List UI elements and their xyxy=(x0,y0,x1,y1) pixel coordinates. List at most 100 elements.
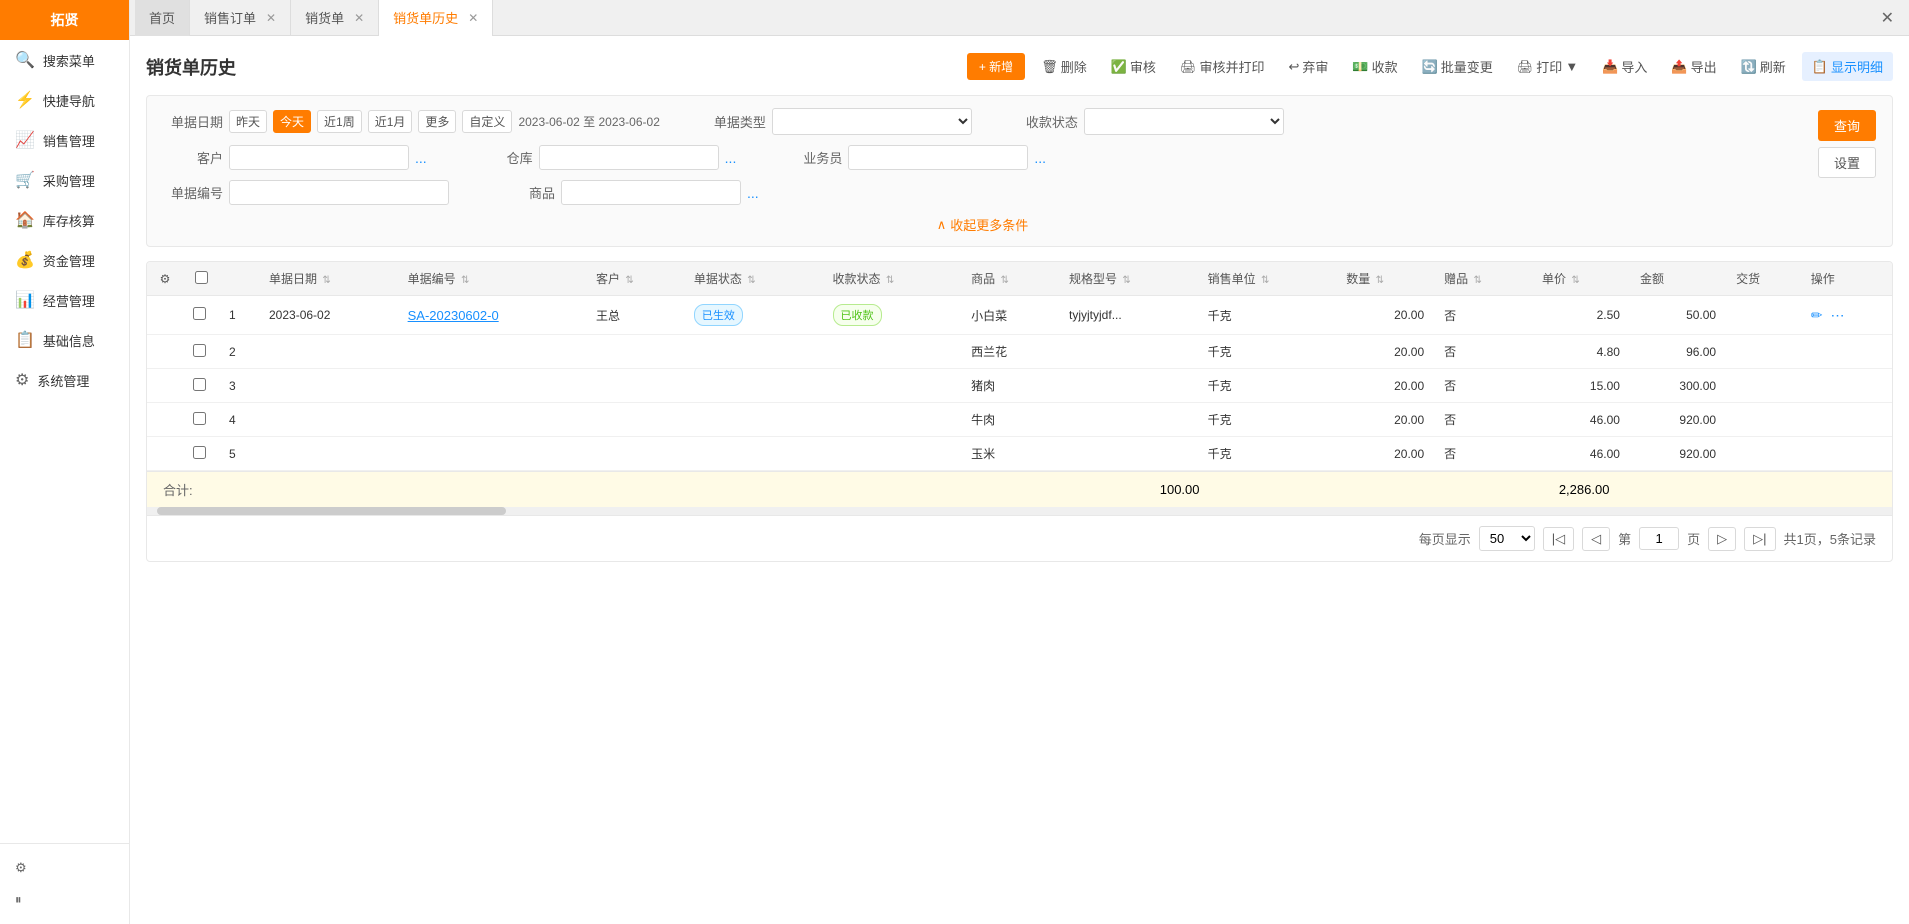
delete-button[interactable]: 🗑 删除 xyxy=(1033,53,1095,80)
sidebar-item-system-mgmt[interactable]: ⚙ 系统管理 xyxy=(0,360,129,400)
horizontal-scrollbar[interactable] xyxy=(147,507,1892,515)
td-unit-price: 46.00 xyxy=(1532,403,1630,437)
td-qty: 20.00 xyxy=(1336,437,1434,471)
th-sales-unit[interactable]: 销售单位 ⇅ xyxy=(1198,262,1337,296)
td-check[interactable] xyxy=(183,296,219,335)
goods-ellipsis-btn[interactable]: ... xyxy=(747,185,759,201)
sidebar-pause-btn[interactable]: ⏸ xyxy=(0,884,129,916)
th-doc-status[interactable]: 单据状态 ⇅ xyxy=(684,262,823,296)
date-btn-custom[interactable]: 自定义 xyxy=(462,110,512,133)
th-spec[interactable]: 规格型号 ⇅ xyxy=(1059,262,1198,296)
date-btn-last7[interactable]: 近1周 xyxy=(317,110,362,133)
date-btn-yesterday[interactable]: 昨天 xyxy=(229,110,267,133)
new-button[interactable]: + 新增 xyxy=(967,53,1025,80)
collect-button[interactable]: 💵 收款 xyxy=(1344,53,1405,80)
customer-input[interactable] xyxy=(229,145,409,170)
td-gift: 否 xyxy=(1434,437,1532,471)
select-all-checkbox[interactable] xyxy=(195,271,208,284)
td-check[interactable] xyxy=(183,403,219,437)
th-collect-status[interactable]: 收款状态 ⇅ xyxy=(823,262,962,296)
th-gift[interactable]: 赠品 ⇅ xyxy=(1434,262,1532,296)
customer-ellipsis-btn[interactable]: ... xyxy=(415,150,427,166)
th-qty[interactable]: 数量 ⇅ xyxy=(1336,262,1434,296)
window-close-btn[interactable]: ✕ xyxy=(1871,8,1904,28)
business-ellipsis-btn[interactable]: ... xyxy=(1034,150,1046,166)
collect-status-select[interactable] xyxy=(1084,108,1284,135)
filter-collapse[interactable]: ∧ 收起更多条件 xyxy=(163,215,1802,234)
th-settings[interactable]: ⚙ xyxy=(147,262,183,296)
audit-print-button[interactable]: 🖨 审核并打印 xyxy=(1172,53,1273,80)
sidebar-item-purchase-mgmt[interactable]: 🛒 采购管理 xyxy=(0,160,129,200)
discard-button[interactable]: ↩ 弃审 xyxy=(1280,53,1336,80)
td-check[interactable] xyxy=(183,437,219,471)
tab-sales-order[interactable]: 销售订单 ✕ xyxy=(190,0,291,36)
td-check[interactable] xyxy=(183,335,219,369)
td-sales-unit: 千克 xyxy=(1198,335,1337,369)
tab-sales-order-close[interactable]: ✕ xyxy=(266,11,276,25)
page-size-select[interactable]: 50100200 xyxy=(1479,526,1535,551)
table-row: 3 猪肉 千克 20.00 否 15.00 300.00 xyxy=(147,369,1892,403)
batch-change-button[interactable]: 🔄 批量变更 xyxy=(1414,53,1501,80)
tab-sales-history[interactable]: 销货单历史 ✕ xyxy=(379,0,493,36)
td-check[interactable] xyxy=(183,369,219,403)
page-input[interactable]: 1 xyxy=(1639,527,1679,550)
warehouse-input[interactable] xyxy=(539,145,719,170)
export-button[interactable]: 📤 导出 xyxy=(1663,53,1724,80)
basic-info-icon: 📋 xyxy=(15,330,35,350)
last-page-btn[interactable]: ▷| xyxy=(1744,527,1775,551)
tab-home[interactable]: 首页 xyxy=(135,0,190,36)
show-detail-button[interactable]: 📋 显示明细 xyxy=(1802,52,1893,81)
first-page-btn[interactable]: |◁ xyxy=(1543,527,1574,551)
filter-settings-button[interactable]: 设置 xyxy=(1818,147,1876,178)
sidebar: 拓贤 🔍 搜索菜单 ⚡ 快捷导航 📈 销售管理 🛒 采购管理 🏠 库存核算 💰 … xyxy=(0,0,130,924)
collect-icon: 💵 xyxy=(1352,59,1368,75)
row-checkbox[interactable] xyxy=(193,412,206,425)
row-checkbox[interactable] xyxy=(193,344,206,357)
row-checkbox[interactable] xyxy=(193,378,206,391)
row-checkbox[interactable] xyxy=(193,446,206,459)
table-row: 2 西兰花 千克 20.00 否 4.80 96.00 xyxy=(147,335,1892,369)
td-gift: 否 xyxy=(1434,335,1532,369)
th-check[interactable] xyxy=(183,262,219,296)
th-doc-no[interactable]: 单据编号 ⇅ xyxy=(398,262,586,296)
td-actions xyxy=(1801,437,1892,471)
sidebar-item-sales-mgmt[interactable]: 📈 销售管理 xyxy=(0,120,129,160)
row-checkbox[interactable] xyxy=(193,307,206,320)
import-button[interactable]: 📥 导入 xyxy=(1594,53,1655,80)
sidebar-item-finance-mgmt[interactable]: 💰 资金管理 xyxy=(0,240,129,280)
business-input[interactable] xyxy=(848,145,1028,170)
td-doc-status xyxy=(684,335,823,369)
next-page-btn[interactable]: ▷ xyxy=(1708,527,1736,551)
tab-sales-delivery-close[interactable]: ✕ xyxy=(354,11,364,25)
date-btn-more[interactable]: 更多 xyxy=(418,110,456,133)
th-unit-price[interactable]: 单价 ⇅ xyxy=(1532,262,1630,296)
doc-type-select[interactable] xyxy=(772,108,972,135)
th-doc-date[interactable]: 单据日期 ⇅ xyxy=(259,262,398,296)
th-customer[interactable]: 客户 ⇅ xyxy=(586,262,684,296)
summary-values: 100.00 2,286.00 xyxy=(213,482,1876,497)
th-goods[interactable]: 商品 ⇅ xyxy=(961,262,1059,296)
goods-input[interactable] xyxy=(561,180,741,205)
date-btn-last-month[interactable]: 近1月 xyxy=(368,110,413,133)
sidebar-settings-btn[interactable]: ⚙ xyxy=(0,852,129,884)
edit-icon[interactable]: ✏ xyxy=(1811,307,1823,324)
warehouse-ellipsis-btn[interactable]: ... xyxy=(725,150,737,166)
date-btn-today[interactable]: 今天 xyxy=(273,110,311,133)
tab-sales-delivery[interactable]: 销货单 ✕ xyxy=(291,0,379,36)
doc-no-input[interactable] xyxy=(229,180,449,205)
tab-sales-history-close[interactable]: ✕ xyxy=(468,11,478,25)
sidebar-item-inventory[interactable]: 🏠 库存核算 xyxy=(0,200,129,240)
collapse-chevron-icon: ∧ xyxy=(937,217,947,233)
sidebar-item-ops-mgmt[interactable]: 📊 经营管理 xyxy=(0,280,129,320)
sidebar-item-basic-info[interactable]: 📋 基础信息 xyxy=(0,320,129,360)
query-button[interactable]: 查询 xyxy=(1818,110,1876,141)
sidebar-item-quick-nav[interactable]: ⚡ 快捷导航 xyxy=(0,80,129,120)
print-button[interactable]: 🖨 打印 ▼ xyxy=(1509,53,1586,80)
more-icon[interactable]: ⋯ xyxy=(1830,307,1844,324)
prev-page-btn[interactable]: ◁ xyxy=(1582,527,1610,551)
sidebar-item-search-menu[interactable]: 🔍 搜索菜单 xyxy=(0,40,129,80)
audit-button[interactable]: ✅ 审核 xyxy=(1103,53,1164,80)
doc-no-link[interactable]: SA-20230602-0 xyxy=(408,308,499,323)
refresh-button[interactable]: 🔃 刷新 xyxy=(1733,53,1794,80)
page-unit: 页 xyxy=(1687,529,1700,548)
